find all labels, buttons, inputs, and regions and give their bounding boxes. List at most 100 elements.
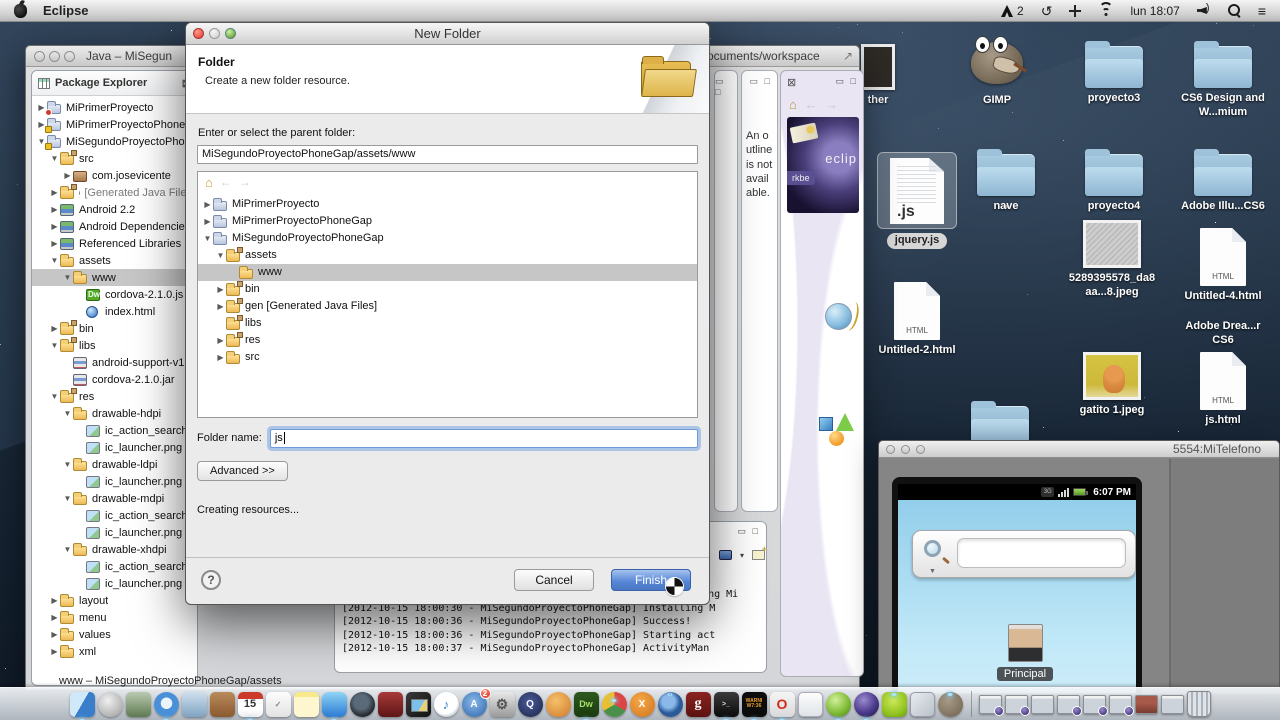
dock-item-dvd-player[interactable] xyxy=(377,691,403,717)
tree-item-ic-launcher-png[interactable]: ic_launcher.png xyxy=(32,473,197,490)
tree-item-cordova-2-1-0-js[interactable]: Dw cordova-2.1.0.js xyxy=(32,286,197,303)
cancel-button[interactable]: Cancel xyxy=(514,569,594,591)
dock-item-eclipse[interactable] xyxy=(853,691,879,717)
search-widget[interactable]: ▼ xyxy=(912,530,1136,578)
desktop-icon-5289395578-da8aa-8-jpeg[interactable]: 5289395578_da8aa...8.jpeg xyxy=(1066,220,1158,300)
chevron-expanded-icon[interactable]: ▼ xyxy=(62,494,73,503)
desktop-icon-adobe-illu-cs6[interactable]: Adobe Illu...CS6 xyxy=(1177,148,1269,214)
tree-item-ic-launcher-png[interactable]: ic_launcher.png xyxy=(32,524,197,541)
dock-item-trash[interactable] xyxy=(1186,691,1211,717)
tree-item-android-support-v13-jar[interactable]: android-support-v13.jar xyxy=(32,354,197,371)
close-button[interactable] xyxy=(886,444,895,454)
tree-item-libs[interactable]: ▼ libs xyxy=(32,337,197,354)
dock-item-opera[interactable]: O xyxy=(769,691,795,717)
advanced-button[interactable]: Advanced >> xyxy=(197,460,288,481)
dock-item-doc-thumb-1[interactable] xyxy=(1134,694,1158,714)
tree-item-libs[interactable]: libs xyxy=(198,314,697,332)
app-menu-title[interactable]: Eclipse xyxy=(43,3,89,18)
tab-package-explorer[interactable]: Package Explorer ⊠ xyxy=(32,71,197,96)
tree-item-miprimerproyecto[interactable]: ▶ MiPrimerProyecto xyxy=(198,196,697,213)
tree-item-miprimerproyectophonegap[interactable]: ▶ MiPrimerProyectoPhoneGap xyxy=(32,116,197,133)
dock-item-gimp[interactable] xyxy=(937,691,963,717)
desktop-icon-gimp[interactable]: GIMP xyxy=(951,32,1043,108)
tree-item-assets[interactable]: ▼ assets xyxy=(198,246,697,264)
tree-item-ic-action-search-png[interactable]: ic_action_search.png xyxy=(32,422,197,439)
dock-item-window-thumb-4[interactable] xyxy=(1056,694,1082,716)
tree-item-assets[interactable]: ▼ assets xyxy=(32,252,197,269)
dock-item-chrome[interactable] xyxy=(601,691,627,717)
tree-item-drawable-ldpi[interactable]: ▼ drawable-ldpi xyxy=(32,456,197,473)
chevron-expanded-icon[interactable]: ▼ xyxy=(49,154,60,163)
tree-item-referenced-libraries[interactable]: ▶ Referenced Libraries xyxy=(32,235,197,252)
tree-item-drawable-mdpi[interactable]: ▼ drawable-mdpi xyxy=(32,490,197,507)
tree-item-miprimerproyecto[interactable]: ▶ MiPrimerProyecto xyxy=(32,99,197,116)
zoom-button[interactable] xyxy=(64,50,75,62)
minimize-icon[interactable]: ▭ □ xyxy=(715,76,732,97)
tree-item-gen[interactable]: ▶ gen [Generated Java Files] xyxy=(32,184,197,201)
dock-item-libreoffice[interactable] xyxy=(797,691,823,717)
chevron-collapsed-icon[interactable]: ▶ xyxy=(49,596,60,605)
chevron-expanded-icon[interactable]: ▼ xyxy=(49,256,60,265)
tree-item-cordova-2-1-0-jar[interactable]: cordova-2.1.0.jar xyxy=(32,371,197,388)
dock-item-reminders[interactable]: ✓ xyxy=(265,691,291,717)
chevron-expanded-icon[interactable]: ▼ xyxy=(62,460,73,469)
desktop-icon-gatito-1-jpeg[interactable]: gatito 1.jpeg xyxy=(1066,352,1158,418)
tree-item-miprimerproyectophonegap[interactable]: ▶ MiPrimerProyectoPhoneGap xyxy=(198,213,697,230)
chevron-expanded-icon[interactable]: ▼ xyxy=(62,273,73,282)
minimize-button[interactable] xyxy=(901,444,910,454)
dock-item-android-emulator[interactable] xyxy=(881,691,907,717)
workbench-pill[interactable]: rkbe xyxy=(787,171,815,185)
time-machine-icon[interactable]: ↺ xyxy=(1041,4,1053,18)
spotlight-icon[interactable] xyxy=(1227,4,1241,17)
collapsed-editor-strip[interactable]: ▭ □ xyxy=(714,70,738,512)
dock-item-g-app[interactable]: g xyxy=(685,691,711,717)
dock-item-finder[interactable] xyxy=(69,691,95,717)
search-icon[interactable] xyxy=(924,540,941,557)
chevron-collapsed-icon[interactable]: ▶ xyxy=(215,302,226,311)
adobe-updater-icon[interactable]: 2 xyxy=(1000,4,1024,18)
tree-item-misegundoproyectophonegap[interactable]: ▼MiSegundoProyectoPhoneGap xyxy=(198,230,697,247)
display-console-icon[interactable] xyxy=(719,550,732,560)
desktop-icon-proyecto4[interactable]: proyecto4 xyxy=(1068,148,1160,214)
notification-list-icon[interactable]: ≡ xyxy=(1258,3,1266,19)
dock-item-xampp[interactable]: X xyxy=(629,691,655,717)
dock-item-window-thumb-5[interactable] xyxy=(1082,694,1108,716)
chevron-expanded-icon[interactable]: ▼ xyxy=(62,409,73,418)
folder-name-input[interactable]: js xyxy=(269,428,698,448)
dock-item-screenshots[interactable] xyxy=(909,691,935,717)
apple-menu-icon[interactable] xyxy=(14,3,27,18)
dock-item-mail[interactable] xyxy=(181,691,207,717)
dock-item-system-preferences[interactable]: ⚙ xyxy=(489,691,515,717)
tree-item-misegundoproyectophonegap[interactable]: ▼MiSegundoProyectoPhoneGap xyxy=(32,133,197,150)
tree-item-bin[interactable]: ▶ bin xyxy=(32,320,197,337)
search-input[interactable] xyxy=(957,538,1126,568)
dock-item-window-thumb-1[interactable] xyxy=(978,694,1004,716)
dock-item-notes[interactable] xyxy=(293,691,319,717)
dock-item-app-store[interactable]: A2 xyxy=(461,687,491,717)
back-icon[interactable]: ← xyxy=(220,175,232,189)
dock-item-itunes[interactable]: ♪ xyxy=(433,691,459,717)
tree-item-res[interactable]: ▼ res xyxy=(32,388,197,405)
chevron-collapsed-icon[interactable]: ▶ xyxy=(215,353,226,362)
expand-icon[interactable]: ↗ xyxy=(843,49,853,63)
tree-item-layout[interactable]: ▶ layout xyxy=(32,592,197,609)
tree-item-android-2-2[interactable]: ▶ Android 2.2 xyxy=(32,201,197,218)
samples-shapes-icon[interactable] xyxy=(819,413,859,449)
desktop-icon-cs6-design-and-w-mium[interactable]: CS6 Design and W...mium xyxy=(1177,40,1269,120)
menu-clock[interactable]: lun 18:07 xyxy=(1130,4,1179,18)
eclipse-splash-graphic[interactable]: eclip rkbe xyxy=(787,117,859,213)
chevron-collapsed-icon[interactable]: ▶ xyxy=(49,324,60,333)
tree-item-src[interactable]: ▼ src xyxy=(32,150,197,167)
chevron-collapsed-icon[interactable]: ▶ xyxy=(215,336,226,345)
dock-item-photo-booth[interactable] xyxy=(349,691,375,717)
close-button[interactable] xyxy=(34,50,45,62)
tree-item-www[interactable]: www xyxy=(198,263,697,281)
dock-item-mission-control[interactable] xyxy=(125,691,151,717)
tree-item-index-html[interactable]: index.html xyxy=(32,303,197,320)
desktop-icon-untitled-4-html[interactable]: HTML Untitled-4.html xyxy=(1177,228,1269,304)
help-button[interactable]: ? xyxy=(201,570,221,590)
dock-item-safari[interactable] xyxy=(153,691,179,717)
dock-item-messages[interactable] xyxy=(321,691,347,717)
app-shortcut-principal[interactable]: Principal xyxy=(986,624,1064,682)
tree-item-drawable-hdpi[interactable]: ▼ drawable-hdpi xyxy=(32,405,197,422)
